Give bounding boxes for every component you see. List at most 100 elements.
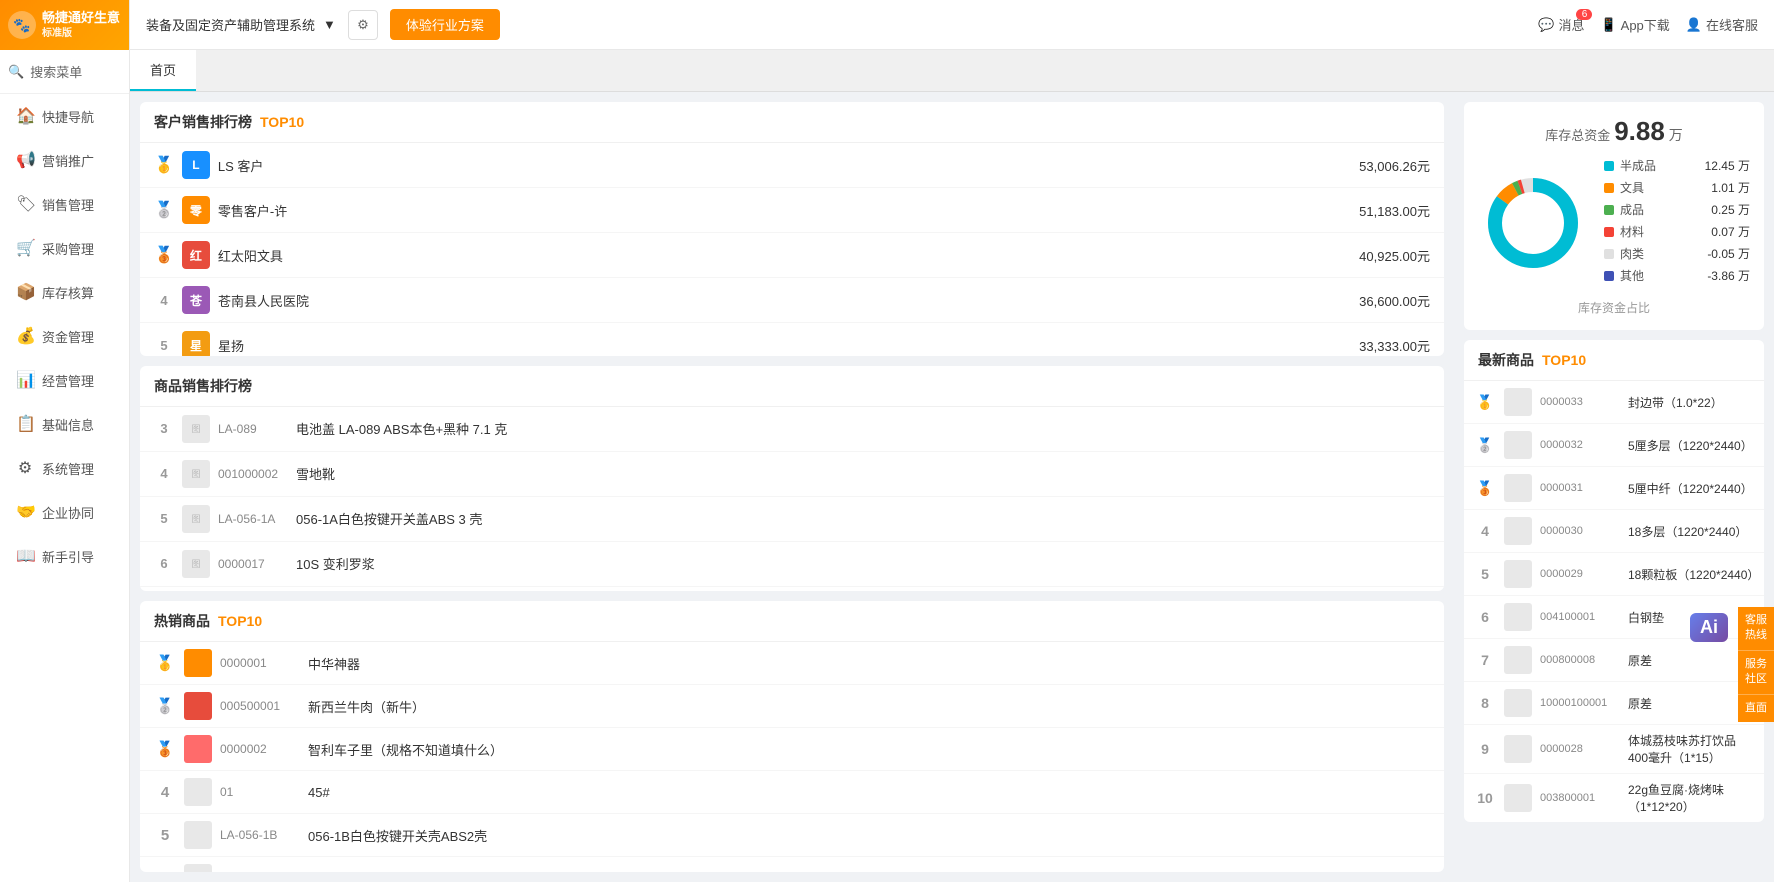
sidebar-item-basic-info[interactable]: 📋 基础信息 bbox=[0, 402, 129, 446]
rank-avatar: 星 bbox=[182, 331, 210, 356]
settings-button[interactable]: ⚙ bbox=[348, 10, 378, 40]
inventory-total: 库存总资金 9.88 万 bbox=[1478, 116, 1750, 147]
hot-product-row: 6LA-056-1A056-1A白色按键开关盖ABS 3壳 bbox=[140, 857, 1444, 872]
home-icon: 🏠 bbox=[16, 106, 34, 126]
new-product-row: 1000380000122g鱼豆腐·烧烤味（1*12*20） bbox=[1464, 774, 1764, 822]
app-download-label: App下载 bbox=[1621, 15, 1670, 34]
hot-product-row: 🥈000500001新西兰牛肉（新牛） bbox=[140, 685, 1444, 728]
trial-button[interactable]: 体验行业方案 bbox=[390, 9, 500, 40]
legend-name: 成品 bbox=[1620, 201, 1705, 218]
new-product-code: 0000033 bbox=[1540, 396, 1620, 408]
sales-icon: 🏷 bbox=[16, 194, 34, 214]
app-download-button[interactable]: 📱 App下载 bbox=[1600, 15, 1669, 34]
sidebar-item-marketing[interactable]: 📢 营销推广 bbox=[0, 138, 129, 182]
new-product-name: 原差 bbox=[1628, 695, 1754, 712]
inventory-legend-item: 半成品 12.45 万 bbox=[1604, 157, 1750, 174]
service-icon: 👤 bbox=[1686, 17, 1702, 33]
hot-rank-indicator: 5 bbox=[154, 827, 176, 844]
sidebar-item-cooperation[interactable]: 🤝 企业协同 bbox=[0, 490, 129, 534]
new-product-name: 封边带（1.0*22） bbox=[1628, 394, 1754, 411]
customer-rank-row: 🥇 L LS 客户 53,006.26元 bbox=[140, 143, 1444, 188]
rank-avatar: 苍 bbox=[182, 286, 210, 314]
new-product-code: 000800008 bbox=[1540, 654, 1620, 666]
product-code: 001000002 bbox=[218, 467, 288, 481]
sidebar-item-guide[interactable]: 📖 新手引导 bbox=[0, 534, 129, 578]
product-rank-row: 7 图 000800005 手机测试 bbox=[140, 587, 1444, 591]
product-img-placeholder: 图 bbox=[182, 505, 210, 533]
right-panel: 库存总资金 9.88 万 bbox=[1454, 92, 1774, 882]
new-product-row: 🥈 0000032 5厘多层（1220*2440） bbox=[1464, 424, 1764, 467]
rank-medal: 🥉 bbox=[154, 245, 174, 265]
new-product-rank: 🥇 bbox=[1474, 394, 1496, 411]
search-icon: 🔍 bbox=[8, 64, 24, 80]
new-product-image bbox=[1504, 689, 1532, 717]
customer-service-button[interactable]: 客服热线 bbox=[1738, 607, 1774, 651]
dropdown-icon[interactable]: ▼ bbox=[323, 17, 336, 32]
messages-button[interactable]: 💬 消息 6 bbox=[1538, 15, 1584, 34]
inventory-legend-item: 肉类 -0.05 万 bbox=[1604, 245, 1750, 262]
newest-products-title: 最新商品 bbox=[1478, 350, 1534, 370]
legend-dot bbox=[1604, 227, 1614, 237]
product-rank-row: 4 图 001000002 雪地靴 bbox=[140, 452, 1444, 497]
service-community-button[interactable]: 服务社区 bbox=[1738, 651, 1774, 695]
marketing-icon: 📢 bbox=[16, 150, 34, 170]
logo-main: 畅捷通好生意 bbox=[42, 10, 120, 27]
newest-products-top10: TOP10 bbox=[1542, 352, 1586, 368]
new-product-rank: 6 bbox=[1474, 609, 1496, 625]
hot-product-code: 01 bbox=[220, 785, 300, 799]
sidebar-item-purchase[interactable]: 🛒 采购管理 bbox=[0, 226, 129, 270]
sidebar-nav: 🏠 快捷导航 📢 营销推广 🏷 销售管理 🛒 采购管理 📦 库存核算 💰 资金管… bbox=[0, 94, 129, 882]
product-name: 056-1A白色按键开关盖ABS 3 壳 bbox=[296, 509, 1430, 528]
purchase-icon: 🛒 bbox=[16, 238, 34, 258]
rank-customer-name: 苍南县人民医院 bbox=[218, 291, 1351, 310]
online-service-label: 在线客服 bbox=[1706, 15, 1758, 34]
rank-avatar: 零 bbox=[182, 196, 210, 224]
hot-rank-indicator: 6 bbox=[154, 870, 176, 872]
sidebar-item-quick-nav[interactable]: 🏠 快捷导航 bbox=[0, 94, 129, 138]
sidebar-item-sales[interactable]: 🏷 销售管理 bbox=[0, 182, 129, 226]
nav-label-cooperation: 企业协同 bbox=[42, 503, 94, 522]
rank-medal: 🥇 bbox=[154, 155, 174, 175]
main-area: 装备及固定资产辅助管理系统 ▼ ⚙ 体验行业方案 💬 消息 6 📱 App下载 … bbox=[130, 0, 1774, 882]
sidebar-search[interactable]: 🔍 搜索菜单 bbox=[0, 50, 129, 94]
legend-value: 1.01 万 bbox=[1711, 179, 1750, 196]
rank-customer-value: 51,183.00元 bbox=[1359, 201, 1430, 220]
hot-product-name: 智利车子里（规格不知道填什么） bbox=[308, 740, 1430, 759]
direct-button[interactable]: 直面 bbox=[1738, 695, 1774, 722]
new-product-row: 🥇 0000033 封边带（1.0*22） bbox=[1464, 381, 1764, 424]
topbar-right: 💬 消息 6 📱 App下载 👤 在线客服 bbox=[1538, 15, 1758, 34]
new-product-rank: 5 bbox=[1474, 566, 1496, 582]
hot-product-image bbox=[184, 864, 212, 872]
inventory-legend-item: 其他 -3.86 万 bbox=[1604, 267, 1750, 284]
gear-icon: ⚙ bbox=[357, 17, 369, 33]
inventory-icon: 📦 bbox=[16, 282, 34, 302]
nav-label-finance: 资金管理 bbox=[42, 327, 94, 346]
new-product-row: 4000003018多层（1220*2440） bbox=[1464, 510, 1764, 553]
new-product-row: 5000002918颗粒板（1220*2440） bbox=[1464, 553, 1764, 596]
ai-badge[interactable]: Ai bbox=[1690, 613, 1728, 642]
tab-home[interactable]: 首页 bbox=[130, 50, 196, 91]
product-name: 电池盖 LA-089 ABS本色+黑种 7.1 克 bbox=[296, 419, 1430, 438]
new-product-image bbox=[1504, 735, 1532, 763]
hot-product-code: 0000001 bbox=[220, 656, 300, 670]
new-product-code: 0000030 bbox=[1540, 525, 1620, 537]
product-img-placeholder: 图 bbox=[182, 550, 210, 578]
new-product-image bbox=[1504, 646, 1532, 674]
online-service-button[interactable]: 👤 在线客服 bbox=[1686, 15, 1758, 34]
hot-products-header: 热销商品 TOP10 bbox=[140, 601, 1444, 642]
search-menu-button[interactable]: 🔍 搜索菜单 bbox=[8, 58, 121, 85]
float-buttons: 客服热线 服务社区 直面 bbox=[1738, 607, 1774, 722]
sidebar-item-system[interactable]: ⚙ 系统管理 bbox=[0, 446, 129, 490]
legend-dot bbox=[1604, 271, 1614, 281]
rank-num: 5 bbox=[154, 338, 174, 353]
message-icon: 💬 bbox=[1538, 17, 1554, 33]
new-product-row: 🥉00000315厘中纤（1220*2440） bbox=[1464, 467, 1764, 510]
legend-value: 0.07 万 bbox=[1711, 223, 1750, 240]
new-product-code: 0000032 bbox=[1540, 439, 1620, 451]
new-product-name: 5厘多层（1220*2440） bbox=[1628, 437, 1754, 454]
sidebar-item-inventory[interactable]: 📦 库存核算 bbox=[0, 270, 129, 314]
sidebar-item-finance[interactable]: 💰 资金管理 bbox=[0, 314, 129, 358]
new-product-rank: 🥈 bbox=[1474, 437, 1496, 454]
sidebar-item-operations[interactable]: 📊 经营管理 bbox=[0, 358, 129, 402]
content: 客户销售排行榜 TOP10 🥇 L LS 客户 53,006.26元 🥈 零 零… bbox=[130, 92, 1774, 882]
